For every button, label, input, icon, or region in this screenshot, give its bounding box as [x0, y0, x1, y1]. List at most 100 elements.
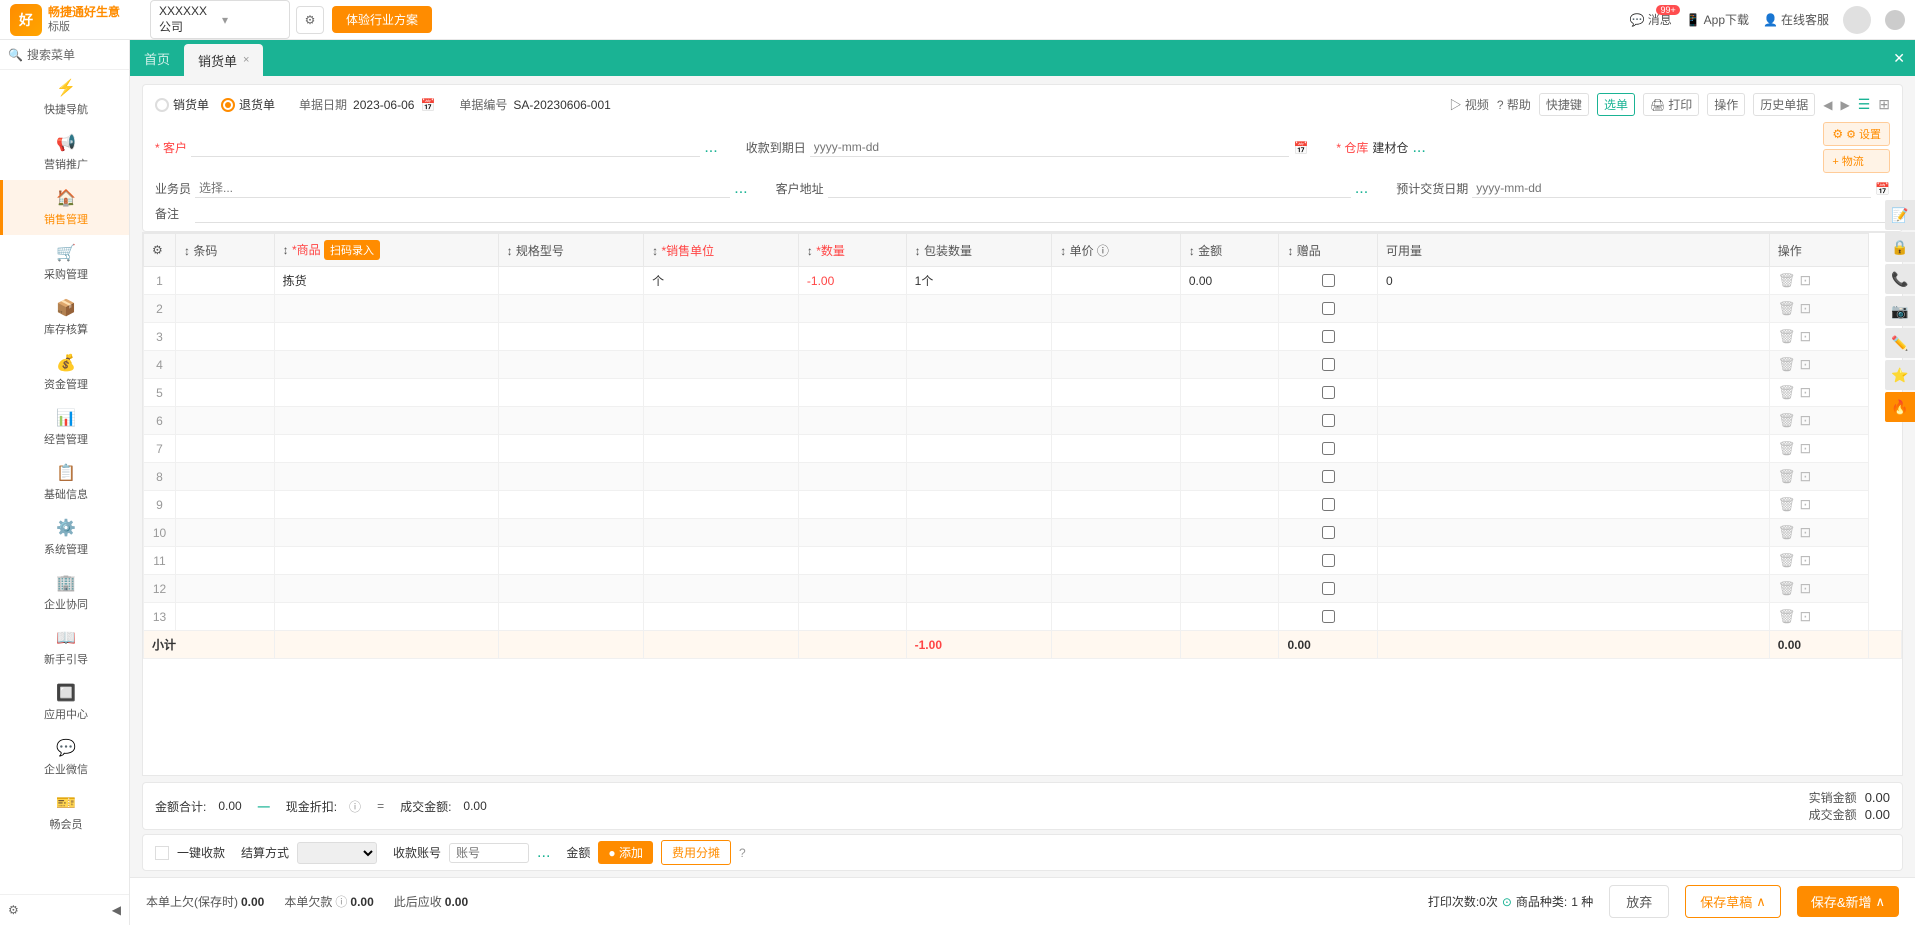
sidebar-item-finance[interactable]: 💰 资金管理 [0, 345, 129, 400]
row-amount-13[interactable] [1180, 603, 1279, 631]
row-gift-3[interactable] [1279, 323, 1378, 351]
row-spec-13[interactable] [498, 603, 644, 631]
row-pkg-qty-1[interactable]: 1个 [906, 267, 1052, 295]
select-button[interactable]: 选单 [1597, 93, 1635, 116]
row-gift-12[interactable] [1279, 575, 1378, 603]
row-amount-1[interactable]: 0.00 [1180, 267, 1279, 295]
copy-icon-11[interactable]: ⊡ [1800, 552, 1812, 569]
gift-checkbox-12[interactable] [1322, 582, 1335, 595]
sidebar-item-sales[interactable]: 🏠 销售管理 [0, 180, 129, 235]
gift-checkbox-4[interactable] [1322, 358, 1335, 371]
row-unit-4[interactable] [644, 351, 799, 379]
row-unit-2[interactable] [644, 295, 799, 323]
row-pkg-qty-5[interactable] [906, 379, 1052, 407]
row-product-13[interactable] [274, 603, 498, 631]
history-button[interactable]: 历史单据 [1753, 93, 1815, 116]
row-spec-1[interactable] [498, 267, 644, 295]
row-spec-9[interactable] [498, 491, 644, 519]
row-amount-11[interactable] [1180, 547, 1279, 575]
delivery-date-calendar-icon[interactable]: 📅 [1875, 182, 1890, 196]
float-btn-1[interactable]: 📝 [1885, 200, 1915, 230]
copy-icon-3[interactable]: ⊡ [1800, 328, 1812, 345]
row-spec-5[interactable] [498, 379, 644, 407]
float-btn-7[interactable]: 🔥 [1885, 392, 1915, 422]
row-spec-8[interactable] [498, 463, 644, 491]
help-label[interactable]: ? 帮助 [1497, 96, 1531, 113]
copy-icon-4[interactable]: ⊡ [1800, 356, 1812, 373]
row-pkg-qty-13[interactable] [906, 603, 1052, 631]
operations-button[interactable]: 操作 [1707, 93, 1745, 116]
delete-icon-13[interactable]: 🗑 [1778, 608, 1796, 625]
one-click-pay-checkbox[interactable] [155, 846, 169, 860]
video-label[interactable]: ▷ 视频 [1450, 96, 1489, 113]
row-spec-6[interactable] [498, 407, 644, 435]
row-qty-8[interactable] [798, 463, 906, 491]
row-barcode-9[interactable] [176, 491, 275, 519]
row-gift-9[interactable] [1279, 491, 1378, 519]
row-unit-5[interactable] [644, 379, 799, 407]
copy-icon-12[interactable]: ⊡ [1800, 580, 1812, 597]
row-qty-9[interactable] [798, 491, 906, 519]
row-qty-5[interactable] [798, 379, 906, 407]
row-pkg-qty-6[interactable] [906, 407, 1052, 435]
row-amount-6[interactable] [1180, 407, 1279, 435]
row-pkg-qty-8[interactable] [906, 463, 1052, 491]
row-product-8[interactable] [274, 463, 498, 491]
settings-gear-icon[interactable]: ⚙ [296, 6, 324, 34]
payment-method-select[interactable] [297, 842, 377, 864]
salesperson-dots-icon[interactable]: ... [734, 180, 747, 198]
row-spec-4[interactable] [498, 351, 644, 379]
customer-input[interactable] [191, 138, 700, 157]
row-qty-13[interactable] [798, 603, 906, 631]
delete-icon-6[interactable]: 🗑 [1778, 412, 1796, 429]
row-amount-12[interactable] [1180, 575, 1279, 603]
row-product-10[interactable] [274, 519, 498, 547]
note-input[interactable] [195, 204, 1890, 223]
avatar[interactable] [1843, 6, 1871, 34]
row-pkg-qty-11[interactable] [906, 547, 1052, 575]
customer-addr-input[interactable] [828, 179, 1351, 198]
delete-icon-1[interactable]: 🗑 [1778, 272, 1796, 289]
row-product-7[interactable] [274, 435, 498, 463]
row-amount-2[interactable] [1180, 295, 1279, 323]
company-selector[interactable]: XXXXXX公司 ▾ [150, 0, 290, 39]
delete-icon-3[interactable]: 🗑 [1778, 328, 1796, 345]
save-new-button[interactable]: 保存&新增 ∧ [1797, 886, 1899, 917]
tab-sales-order[interactable]: 销货单 × [184, 44, 263, 76]
online-service-button[interactable]: 👤 在线客服 [1763, 11, 1829, 28]
row-unit-13[interactable] [644, 603, 799, 631]
scan-btn[interactable]: 扫码录入 [324, 240, 380, 260]
row-unit-7[interactable] [644, 435, 799, 463]
row-price-2[interactable] [1052, 295, 1181, 323]
float-btn-3[interactable]: 📞 [1885, 264, 1915, 294]
row-qty-4[interactable] [798, 351, 906, 379]
row-product-4[interactable] [274, 351, 498, 379]
row-spec-11[interactable] [498, 547, 644, 575]
row-product-3[interactable] [274, 323, 498, 351]
row-product-11[interactable] [274, 547, 498, 575]
row-gift-13[interactable] [1279, 603, 1378, 631]
row-qty-12[interactable] [798, 575, 906, 603]
copy-icon-13[interactable]: ⊡ [1800, 608, 1812, 625]
delete-icon-8[interactable]: 🗑 [1778, 468, 1796, 485]
row-gift-6[interactable] [1279, 407, 1378, 435]
delete-icon-12[interactable]: 🗑 [1778, 580, 1796, 597]
row-spec-3[interactable] [498, 323, 644, 351]
copy-icon-5[interactable]: ⊡ [1800, 384, 1812, 401]
close-tab-icon[interactable]: × [243, 54, 249, 66]
salesperson-input[interactable] [195, 179, 730, 198]
row-pkg-qty-3[interactable] [906, 323, 1052, 351]
delete-icon-7[interactable]: 🗑 [1778, 440, 1796, 457]
copy-icon-7[interactable]: ⊡ [1800, 440, 1812, 457]
sidebar-search[interactable]: 🔍 搜索菜单 [0, 40, 129, 70]
row-amount-5[interactable] [1180, 379, 1279, 407]
setting-button[interactable]: ⚙ ⚙ 设置 [1823, 122, 1890, 146]
discard-button[interactable]: 放弃 [1609, 885, 1669, 918]
sidebar-item-operations[interactable]: 📊 经营管理 [0, 400, 129, 455]
sidebar-item-member[interactable]: 🎫 畅会员 [0, 785, 129, 840]
row-barcode-12[interactable] [176, 575, 275, 603]
row-price-5[interactable] [1052, 379, 1181, 407]
copy-icon-1[interactable]: ⊡ [1800, 272, 1812, 289]
logistics-button[interactable]: + 物流 [1823, 149, 1890, 173]
row-unit-1[interactable]: 个 [644, 267, 799, 295]
